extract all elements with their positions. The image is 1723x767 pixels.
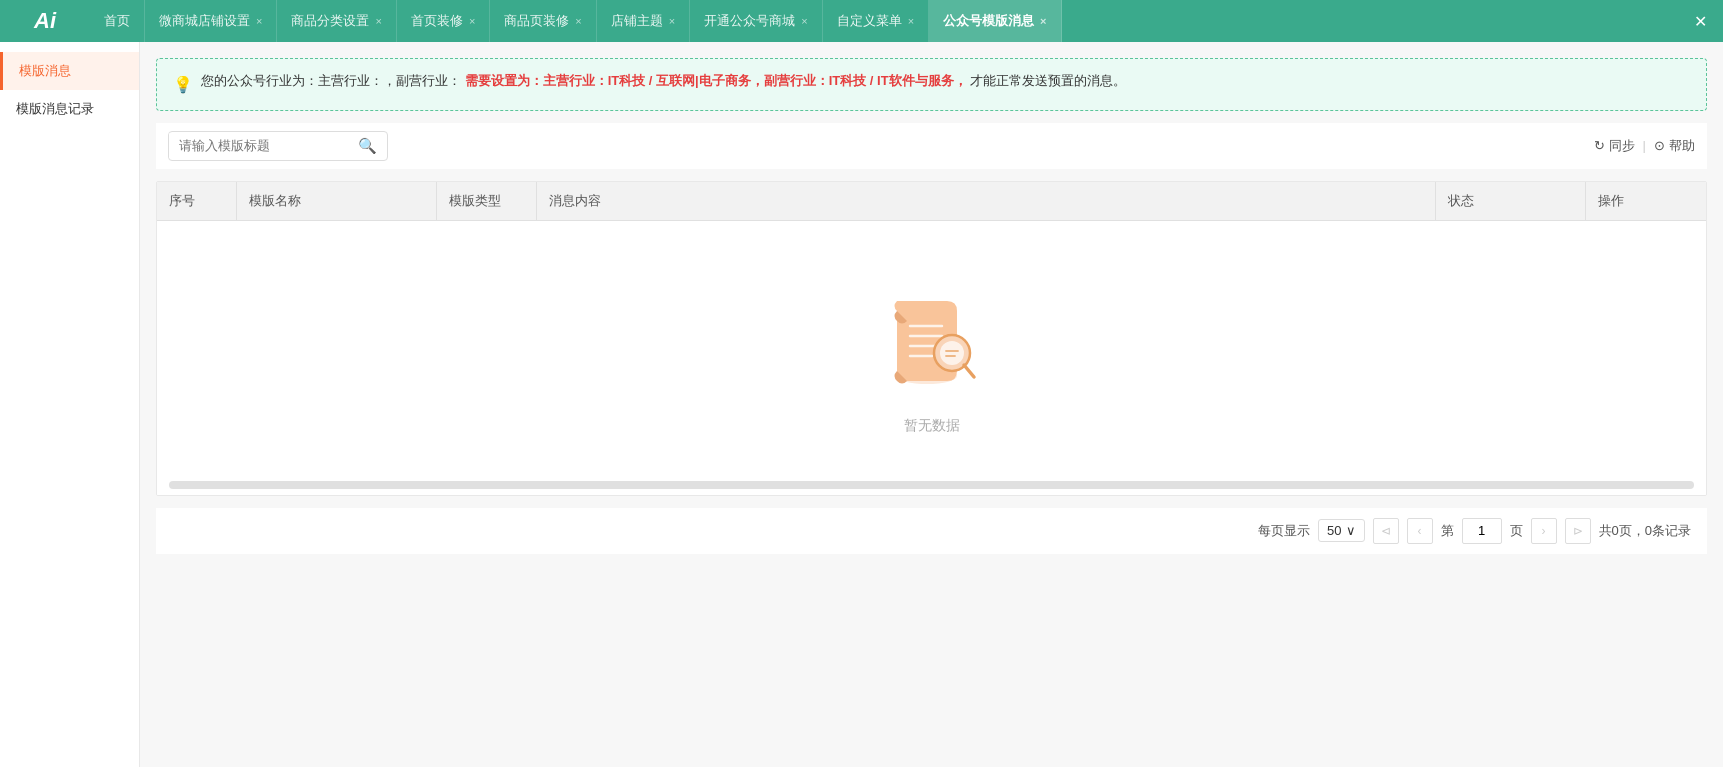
fake-scrollbar[interactable] [169,481,1694,489]
nav-tab-shop-settings[interactable]: 微商城店铺设置× [145,0,277,42]
nav-tab-template-message[interactable]: 公众号模版消息× [929,0,1061,42]
close-all-tabs-button[interactable]: ✕ [1678,12,1723,31]
notice-text: 您的公众号行业为：主营行业：，副营行业： 需要设置为：主营行业：IT科技 / 互… [201,71,1126,92]
page-di-label: 第 [1441,522,1454,540]
table-wrap: 序号 模版名称 模版类型 消息内容 状态 操作 [156,181,1707,496]
main-layout: 模版消息模版消息记录 💡 您的公众号行业为：主营行业：，副营行业： 需要设置为：… [0,42,1723,767]
nav-tab-close-template-message[interactable]: × [1040,15,1046,27]
nav-tab-category-settings[interactable]: 商品分类设置× [277,0,396,42]
svg-point-6 [940,341,964,365]
page-size-select[interactable]: 50 ∨ [1318,519,1364,542]
pagination-bar: 每页显示 50 ∨ ⊲ ‹ 第 页 › ⊳ 共0页，0条记录 [156,508,1707,554]
chevron-down-icon: ∨ [1346,523,1356,538]
notice-highlight: 需要设置为：主营行业：IT科技 / 互联网|电子商务，副营行业：IT科技 / I… [465,73,967,88]
sidebar-item-template-message[interactable]: 模版消息 [0,52,139,90]
svg-line-7 [964,365,974,377]
notice-suffix: 才能正常发送预置的消息。 [970,73,1126,88]
th-status: 状态 [1436,182,1586,220]
nav-tab-shop-theme[interactable]: 店铺主题× [597,0,690,42]
page-prev-button[interactable]: ‹ [1407,518,1433,544]
divider: | [1643,138,1646,153]
nav-tabs: 首页微商城店铺设置×商品分类设置×首页装修×商品页装修×店铺主题×开通公众号商城… [90,0,1678,42]
page-number-input[interactable] [1462,518,1502,544]
page-total-info: 共0页，0条记录 [1599,522,1691,540]
nav-tab-close-category-settings[interactable]: × [375,15,381,27]
nav-tab-home[interactable]: 首页 [90,0,145,42]
sync-icon: ↻ [1594,138,1605,153]
page-next-button[interactable]: › [1531,518,1557,544]
empty-text: 暂无数据 [904,417,960,435]
notice-box: 💡 您的公众号行业为：主营行业：，副营行业： 需要设置为：主营行业：IT科技 /… [156,58,1707,111]
nav-tab-custom-menu[interactable]: 自定义菜单× [823,0,929,42]
help-label: 帮助 [1669,137,1695,155]
nav-tab-close-custom-menu[interactable]: × [908,15,914,27]
nav-tab-product-decoration[interactable]: 商品页装修× [490,0,596,42]
sidebar-item-template-message-record[interactable]: 模版消息记录 [0,90,139,128]
page-size-value: 50 [1327,523,1341,538]
nav-tab-close-shop-settings[interactable]: × [256,15,262,27]
nav-tab-close-shop-theme[interactable]: × [669,15,675,27]
th-content: 消息内容 [537,182,1436,220]
toolbar-right: ↻ 同步 | ⊙ 帮助 [1594,137,1695,155]
search-button[interactable]: 🔍 [348,132,387,160]
notice-prefix: 您的公众号行业为：主营行业：，副营行业： [201,73,461,88]
help-icon: ⊙ [1654,138,1665,153]
page-label: 页 [1510,522,1523,540]
sidebar: 模版消息模版消息记录 [0,42,140,767]
sync-button[interactable]: ↻ 同步 [1594,137,1635,155]
th-type: 模版类型 [437,182,537,220]
th-name: 模版名称 [237,182,437,220]
empty-state: 暂无数据 [157,221,1706,475]
bulb-icon: 💡 [173,72,193,98]
sync-label: 同步 [1609,137,1635,155]
content-area: 💡 您的公众号行业为：主营行业：，副营行业： 需要设置为：主营行业：IT科技 /… [140,42,1723,767]
page-size-label: 每页显示 [1258,522,1310,540]
nav-tab-home-decoration[interactable]: 首页装修× [397,0,490,42]
logo: Ai [0,0,90,42]
th-action: 操作 [1586,182,1706,220]
page-first-button[interactable]: ⊲ [1373,518,1399,544]
help-button[interactable]: ⊙ 帮助 [1654,137,1695,155]
nav-tab-close-open-wechat-shop[interactable]: × [801,15,807,27]
empty-illustration [872,281,992,401]
scrollbar-row [157,475,1706,495]
page-last-button[interactable]: ⊳ [1565,518,1591,544]
toolbar: 🔍 ↻ 同步 | ⊙ 帮助 [156,123,1707,169]
nav-tab-close-product-decoration[interactable]: × [575,15,581,27]
search-input[interactable] [169,133,348,158]
nav-tab-close-home-decoration[interactable]: × [469,15,475,27]
top-nav: Ai 首页微商城店铺设置×商品分类设置×首页装修×商品页装修×店铺主题×开通公众… [0,0,1723,42]
th-seq: 序号 [157,182,237,220]
nav-tab-open-wechat-shop[interactable]: 开通公众号商城× [690,0,822,42]
search-group: 🔍 [168,131,388,161]
table-header: 序号 模版名称 模版类型 消息内容 状态 操作 [157,182,1706,221]
